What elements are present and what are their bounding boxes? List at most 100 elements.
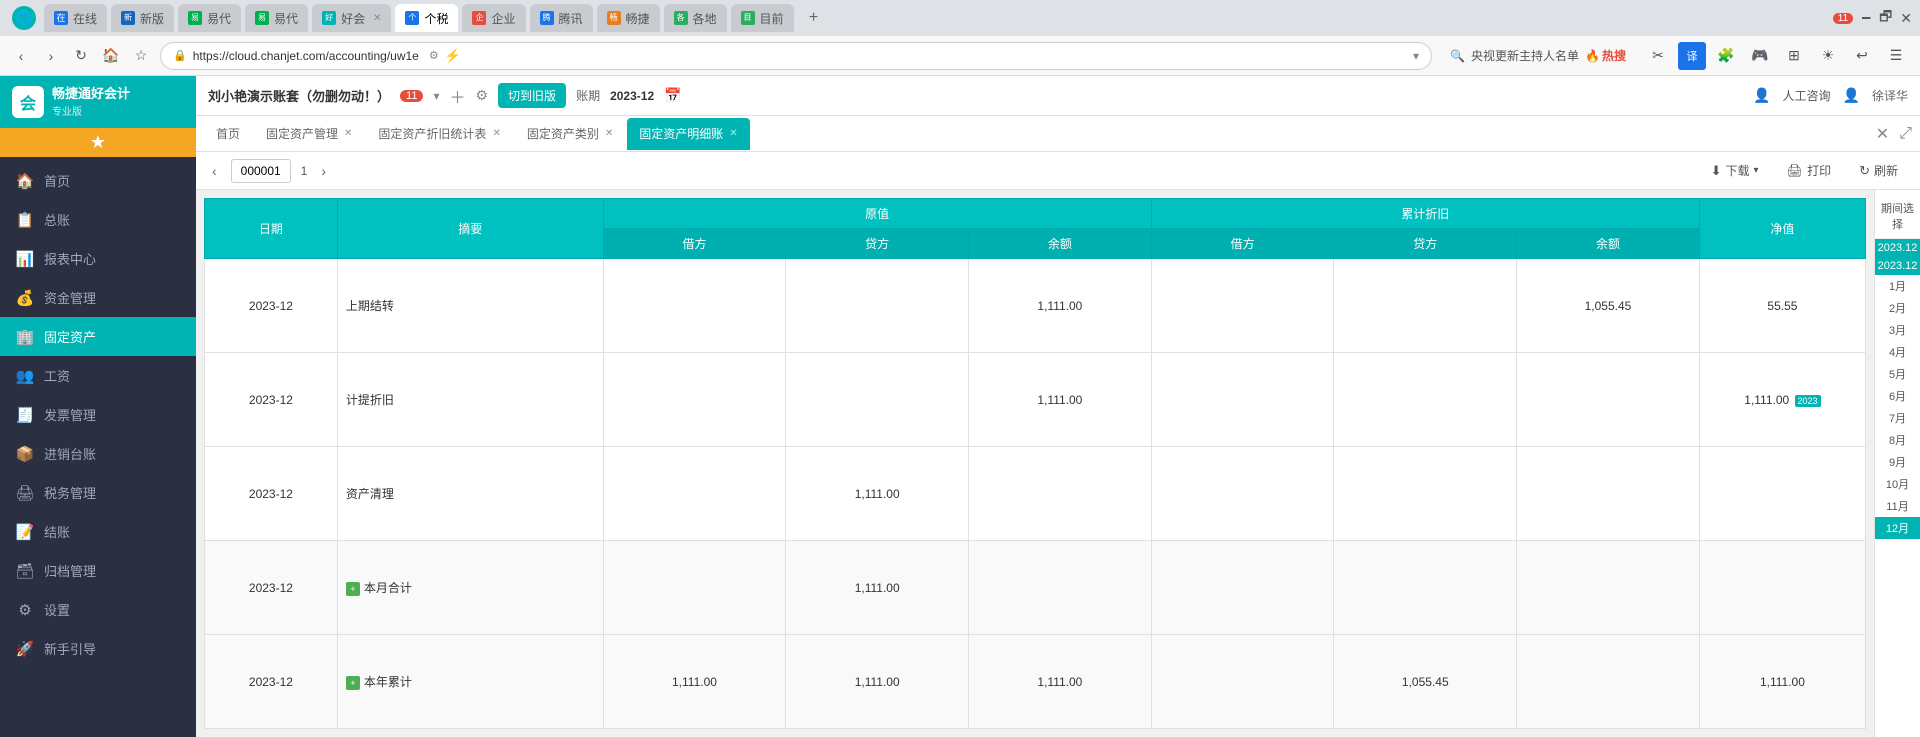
site-settings-icon[interactable]: ⚙ bbox=[429, 49, 439, 62]
forward-btn[interactable]: › bbox=[40, 45, 62, 67]
add-account-btn[interactable]: ＋ bbox=[449, 84, 465, 108]
page-tab-fixed-detail[interactable]: 固定资产明细账 ✕ bbox=[627, 118, 749, 150]
col-accumulated-dep: 累计折旧 bbox=[1151, 199, 1699, 229]
tab-label: 易代 bbox=[274, 10, 298, 27]
period-month-6[interactable]: 6月 bbox=[1875, 385, 1920, 407]
bookmark-btn[interactable]: ☆ bbox=[130, 45, 152, 67]
cell-date: 2023-12 bbox=[205, 447, 338, 541]
sidebar-item-guide[interactable]: 🚀 新手引导 bbox=[0, 629, 196, 668]
tab-close-icon[interactable]: ✕ bbox=[605, 128, 613, 139]
back-btn[interactable]: ‹ bbox=[10, 45, 32, 67]
period-month-4[interactable]: 4月 bbox=[1875, 341, 1920, 363]
minimize-btn[interactable]: 🗕 bbox=[1861, 6, 1871, 30]
brightness-btn[interactable]: ☀ bbox=[1814, 42, 1842, 70]
scissors-btn[interactable]: ✂ bbox=[1644, 42, 1672, 70]
sidebar-item-report[interactable]: 📊 报表中心 bbox=[0, 239, 196, 278]
sidebar-item-tax[interactable]: 🖨 税务管理 bbox=[0, 473, 196, 512]
tab-close-icon[interactable]: ✕ bbox=[492, 128, 500, 139]
translate-btn[interactable]: 译 bbox=[1678, 42, 1706, 70]
search-bar[interactable]: 🔍 央视更新主持人名单 🔥 热搜 bbox=[1440, 47, 1636, 64]
period-selected-year[interactable]: 2023.12 bbox=[1875, 239, 1920, 257]
period-month-5[interactable]: 5月 bbox=[1875, 363, 1920, 385]
page-tab-fixed-mgmt[interactable]: 固定资产管理 ✕ bbox=[254, 118, 364, 150]
table-row: 2023-12 计提折旧 1,111.00 1,111.00 bbox=[205, 353, 1866, 447]
lightning-icon: ⚡ bbox=[445, 48, 461, 64]
cell-acc-debit bbox=[1151, 635, 1334, 729]
tab-close-icon[interactable]: ✕ bbox=[373, 13, 381, 24]
period-month-9[interactable]: 9月 bbox=[1875, 451, 1920, 473]
sidebar-item-closing[interactable]: 📝 结账 bbox=[0, 512, 196, 551]
col-acc-debit: 借方 bbox=[1151, 229, 1334, 259]
page-tab-depreciation-stats[interactable]: 固定资产折旧统计表 ✕ bbox=[366, 118, 512, 150]
extension-btn[interactable]: 🧩 bbox=[1712, 42, 1740, 70]
service-label[interactable]: 人工咨询 bbox=[1783, 87, 1831, 104]
period-selected-display[interactable]: 2023.12 bbox=[1875, 257, 1920, 275]
sidebar-item-fund[interactable]: 💰 资金管理 bbox=[0, 278, 196, 317]
fixed-assets-icon: 🏢 bbox=[16, 328, 34, 346]
page-tab-fixed-category[interactable]: 固定资产类别 ✕ bbox=[515, 118, 625, 150]
period-month-2[interactable]: 2月 bbox=[1875, 297, 1920, 319]
period-month-7[interactable]: 7月 bbox=[1875, 407, 1920, 429]
refresh-btn[interactable]: ↻ 刷新 bbox=[1849, 158, 1908, 183]
switch-version-btn[interactable]: 切到旧版 bbox=[498, 83, 566, 108]
browser-tab-current[interactable]: 目 目前 bbox=[731, 4, 794, 32]
sidebar-item-archive[interactable]: 🗃 归档管理 bbox=[0, 551, 196, 590]
period-month-11[interactable]: 11月 bbox=[1875, 495, 1920, 517]
browser-tab-haokuai[interactable]: 好 好会 ✕ bbox=[312, 4, 391, 32]
sidebar-item-settings[interactable]: ⚙ 设置 bbox=[0, 590, 196, 629]
sidebar-item-ledger[interactable]: 📋 总账 bbox=[0, 200, 196, 239]
address-bar[interactable]: 🔒 https://cloud.chanjet.com/accounting/u… bbox=[160, 42, 1432, 70]
sidebar-item-home[interactable]: 🏠 首页 bbox=[0, 161, 196, 200]
sidebar-item-invoice[interactable]: 🧾 发票管理 bbox=[0, 395, 196, 434]
sidebar-item-fixed-assets[interactable]: 🏢 固定资产 bbox=[0, 317, 196, 356]
new-tab-btn[interactable]: + bbox=[802, 9, 826, 27]
grid-btn[interactable]: ⊞ bbox=[1780, 42, 1808, 70]
restore-btn[interactable]: 🗗 bbox=[1879, 6, 1892, 30]
prev-page-btn[interactable]: ‹ bbox=[208, 161, 221, 181]
cell-orig-debit: 1,111.00 bbox=[603, 635, 786, 729]
expand-btn[interactable]: ⤢ bbox=[1899, 125, 1912, 143]
calendar-icon[interactable]: 📅 bbox=[664, 87, 681, 104]
settings-small-btn[interactable]: ⚙ bbox=[475, 87, 488, 104]
close-btn[interactable]: ✕ bbox=[1900, 10, 1912, 27]
col-original-value: 原值 bbox=[603, 199, 1151, 229]
browser-tab-yidai1[interactable]: 易 易代 bbox=[178, 4, 241, 32]
dropdown-arrow[interactable]: ▾ bbox=[433, 89, 439, 103]
game-btn[interactable]: 🎮 bbox=[1746, 42, 1774, 70]
sidebar-item-payroll[interactable]: 👥 工资 bbox=[0, 356, 196, 395]
sidebar-item-label: 总账 bbox=[44, 210, 70, 229]
tab-close-icon[interactable]: ✕ bbox=[344, 128, 352, 139]
reload-btn[interactable]: ↻ bbox=[70, 45, 92, 67]
period-month-3[interactable]: 3月 bbox=[1875, 319, 1920, 341]
download-btn[interactable]: ⬇ 下载 ▾ bbox=[1701, 158, 1769, 183]
browser-tab-tencent[interactable]: 腾 腾讯 bbox=[530, 4, 593, 32]
next-page-btn[interactable]: › bbox=[317, 161, 330, 181]
tab-close-icon[interactable]: ✕ bbox=[729, 128, 737, 139]
print-btn[interactable]: 🖨 打印 bbox=[1777, 158, 1842, 183]
close-tab-btn[interactable]: ✕ bbox=[1876, 124, 1889, 144]
menu-btn[interactable]: ☰ bbox=[1882, 42, 1910, 70]
browser-tab-online[interactable]: 在 在线 bbox=[44, 4, 107, 32]
sidebar-item-label: 进销台账 bbox=[44, 444, 96, 463]
sidebar-item-stock[interactable]: 📦 进销台账 bbox=[0, 434, 196, 473]
page-code-input[interactable] bbox=[231, 159, 291, 183]
browser-tab-new[interactable]: 新 新版 bbox=[111, 4, 174, 32]
cell-acc-debit bbox=[1151, 541, 1334, 635]
browser-tab-enterprise[interactable]: 企 企业 bbox=[462, 4, 525, 32]
col-orig-balance: 余额 bbox=[969, 229, 1152, 259]
home-btn[interactable]: 🏠 bbox=[100, 45, 122, 67]
period-month-1[interactable]: 1月 bbox=[1875, 275, 1920, 297]
period-month-8[interactable]: 8月 bbox=[1875, 429, 1920, 451]
page-tab-home[interactable]: 首页 bbox=[204, 118, 252, 150]
browser-tab-changjie[interactable]: 畅 畅捷 bbox=[597, 4, 660, 32]
table-row-year-total: 2023-12 +本年累计 1,111.00 1,111.00 1,111.00… bbox=[205, 635, 1866, 729]
browser-tab-yidai2[interactable]: 易 易代 bbox=[245, 4, 308, 32]
company-name: 刘小艳演示账套（勿删勿动！） bbox=[208, 86, 390, 105]
undo-btn[interactable]: ↩ bbox=[1848, 42, 1876, 70]
period-month-10[interactable]: 10月 bbox=[1875, 473, 1920, 495]
browser-tab-active[interactable]: 个 个税 bbox=[395, 4, 458, 32]
period-month-12[interactable]: 12月 bbox=[1875, 517, 1920, 539]
browser-tab-gedi[interactable]: 各 各地 bbox=[664, 4, 727, 32]
payroll-icon: 👥 bbox=[16, 367, 34, 385]
dropdown-icon[interactable]: ▾ bbox=[1413, 49, 1419, 63]
